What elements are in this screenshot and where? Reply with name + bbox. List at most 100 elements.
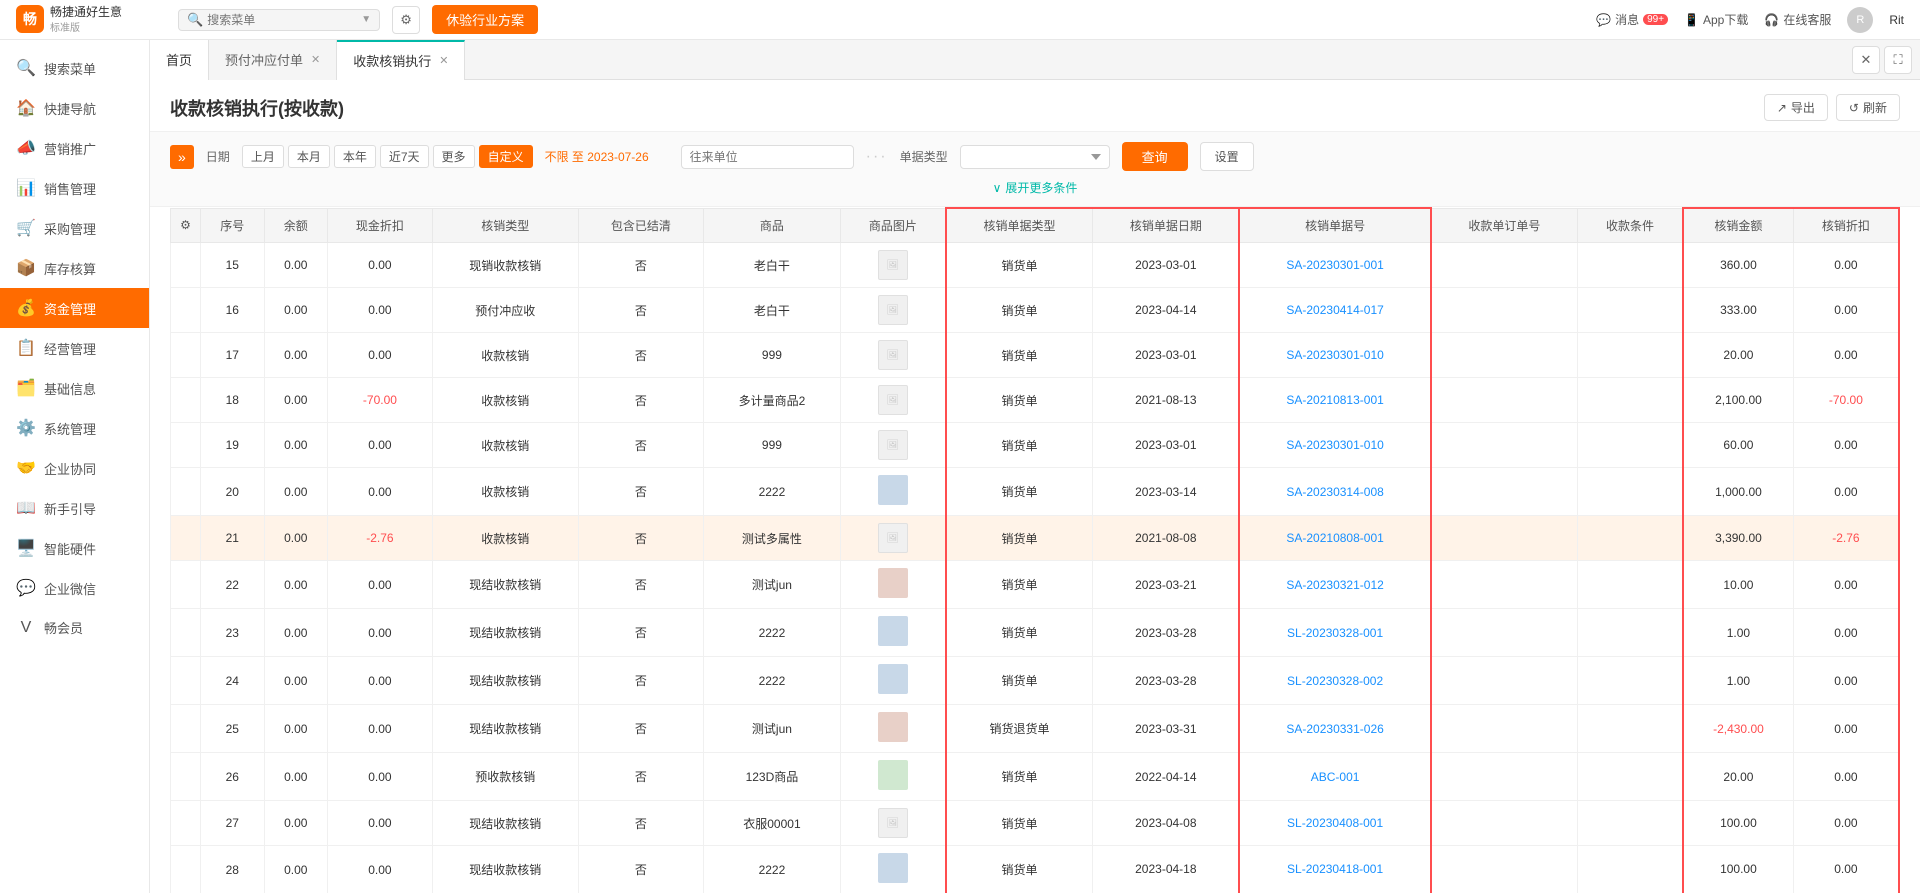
- cell-verify-doc-no: SA-20230321-012: [1239, 561, 1430, 609]
- user-avatar[interactable]: R: [1847, 7, 1873, 33]
- verify-doc-no-link[interactable]: SA-20230301-010: [1286, 348, 1383, 362]
- this-year-btn[interactable]: 本年: [334, 145, 376, 168]
- verify-doc-no-link[interactable]: SA-20210813-001: [1286, 393, 1383, 407]
- verify-doc-no-link[interactable]: SL-20230408-001: [1287, 816, 1383, 830]
- app-download-item[interactable]: 📱 App下载: [1684, 11, 1748, 28]
- table-row: 15 0.00 0.00 现销收款核销 否 老白干 🖼 销货单 2023-03-…: [171, 243, 1900, 288]
- cell-goods-img: 🖼: [840, 333, 946, 378]
- expand-arrow-btn[interactable]: »: [170, 145, 194, 169]
- verify-doc-no-link[interactable]: SA-20230301-010: [1286, 438, 1383, 452]
- partner-input[interactable]: [681, 145, 854, 169]
- verify-doc-no-link[interactable]: SA-20230321-012: [1286, 578, 1383, 592]
- cell-included-cleared: 否: [578, 705, 703, 753]
- sidebar-item-wechat[interactable]: 💬 企业微信: [0, 568, 149, 608]
- cell-goods: 2222: [704, 468, 841, 516]
- verify-doc-no-link[interactable]: SA-20230314-008: [1286, 485, 1383, 499]
- verify-doc-no-link[interactable]: SA-20230414-017: [1286, 303, 1383, 317]
- sidebar-item-marketing[interactable]: 📣 营销推广: [0, 128, 149, 168]
- tab-prepay[interactable]: 预付冲应付单 ✕: [209, 40, 337, 80]
- cell-verify-type: 现结收款核销: [432, 705, 578, 753]
- marketing-icon: 📣: [16, 138, 36, 158]
- cell-settings: [171, 846, 201, 893]
- last-month-btn[interactable]: 上月: [242, 145, 284, 168]
- cell-no: 17: [201, 333, 265, 378]
- tab-prepay-close[interactable]: ✕: [311, 53, 320, 66]
- cell-verify-type: 现结收款核销: [432, 561, 578, 609]
- cell-cash-discount: 0.00: [328, 468, 433, 516]
- sidebar-item-guide[interactable]: 📖 新手引导: [0, 488, 149, 528]
- cell-included-cleared: 否: [578, 561, 703, 609]
- export-btn[interactable]: ↗ 导出: [1764, 94, 1828, 121]
- tab-receivable-close[interactable]: ✕: [439, 54, 448, 67]
- verify-doc-no-link[interactable]: ABC-001: [1311, 770, 1360, 784]
- table-row: 18 0.00 -70.00 收款核销 否 多计量商品2 🖼 销货单 2021-…: [171, 378, 1900, 423]
- cell-verify-doc-type: 销货单: [946, 468, 1093, 516]
- more-date-btn[interactable]: 更多: [433, 145, 475, 168]
- sidebar-item-quicknav[interactable]: 🏠 快捷导航: [0, 88, 149, 128]
- sidebar-item-system[interactable]: ⚙️ 系统管理: [0, 408, 149, 448]
- verify-doc-no-link[interactable]: SA-20230331-026: [1286, 722, 1383, 736]
- message-item[interactable]: 💬 消息 99+: [1596, 11, 1668, 28]
- this-month-btn[interactable]: 本月: [288, 145, 330, 168]
- sidebar-item-hardware[interactable]: 🖥️ 智能硬件: [0, 528, 149, 568]
- voucher-type-select[interactable]: [960, 145, 1110, 169]
- tab-close-all-btn[interactable]: ✕: [1852, 46, 1880, 74]
- cell-verify-discount: 0.00: [1793, 468, 1899, 516]
- sidebar-item-search[interactable]: 🔍 搜索菜单: [0, 48, 149, 88]
- goods-img: [878, 853, 908, 883]
- business-icon: 📋: [16, 338, 36, 358]
- verify-doc-no-link[interactable]: SL-20230328-001: [1287, 626, 1383, 640]
- sidebar-item-sales[interactable]: 📊 销售管理: [0, 168, 149, 208]
- sidebar-item-inventory[interactable]: 📦 库存核算: [0, 248, 149, 288]
- sidebar-item-business[interactable]: 📋 经营管理: [0, 328, 149, 368]
- cell-receipt-order-no: [1431, 705, 1578, 753]
- gear-button[interactable]: ⚙: [392, 6, 420, 34]
- table-row: 17 0.00 0.00 收款核销 否 999 🖼 销货单 2023-03-01…: [171, 333, 1900, 378]
- verify-doc-no-link[interactable]: SL-20230418-001: [1287, 862, 1383, 876]
- industry-btn[interactable]: 休验行业方案: [432, 5, 538, 34]
- refresh-btn[interactable]: ↺ 刷新: [1836, 94, 1900, 121]
- sidebar-item-vip[interactable]: V 畅会员: [0, 608, 149, 647]
- col-header-goods: 商品: [704, 208, 841, 243]
- col-header-receipt-terms: 收款条件: [1578, 208, 1684, 243]
- sidebar-item-collab[interactable]: 🤝 企业协同: [0, 448, 149, 488]
- col-header-settings[interactable]: ⚙: [171, 208, 201, 243]
- logo-text-block: 畅捷通好生意 标准版: [50, 5, 122, 34]
- cell-verify-discount: 0.00: [1793, 333, 1899, 378]
- app-download-label: App下载: [1703, 11, 1748, 28]
- cell-balance: 0.00: [264, 333, 328, 378]
- cell-cash-discount: -2.76: [328, 516, 433, 561]
- verify-doc-no-link[interactable]: SL-20230328-002: [1287, 674, 1383, 688]
- tab-maximize-btn[interactable]: ⛶: [1884, 46, 1912, 74]
- sidebar-item-purchase[interactable]: 🛒 采购管理: [0, 208, 149, 248]
- table-container: ⚙ 序号 余额 现金折扣 核销类型 包含已结清 商品 商品图片 核销单据类型 核…: [150, 207, 1920, 893]
- table-row: 27 0.00 0.00 现结收款核销 否 衣服00001 🖼 销货单 2023…: [171, 801, 1900, 846]
- main-table: ⚙ 序号 余额 现金折扣 核销类型 包含已结清 商品 商品图片 核销单据类型 核…: [170, 207, 1900, 893]
- dots-separator: ···: [866, 148, 888, 166]
- last-7days-btn[interactable]: 近7天: [380, 145, 429, 168]
- expand-more-btn[interactable]: ∨ 展开更多条件: [993, 179, 1078, 196]
- search-icon: 🔍: [16, 58, 36, 78]
- search-input[interactable]: [207, 13, 357, 27]
- sidebar-item-basic[interactable]: 🗂️ 基础信息: [0, 368, 149, 408]
- col-header-included-cleared: 包含已结清: [578, 208, 703, 243]
- custom-date-btn[interactable]: 自定义: [479, 145, 533, 168]
- cell-verify-doc-type: 销货退货单: [946, 705, 1093, 753]
- verify-doc-no-link[interactable]: SA-20230301-001: [1286, 258, 1383, 272]
- cell-balance: 0.00: [264, 423, 328, 468]
- sidebar-label-hardware: 智能硬件: [44, 539, 96, 558]
- settings-filter-btn[interactable]: 设置: [1200, 142, 1254, 171]
- cell-goods-img: 🖼: [840, 378, 946, 423]
- inventory-icon: 📦: [16, 258, 36, 278]
- cell-verify-doc-date: 2021-08-13: [1093, 378, 1240, 423]
- tab-home[interactable]: 首页: [150, 40, 209, 80]
- query-btn[interactable]: 查询: [1122, 142, 1188, 171]
- tab-receivable[interactable]: 收款核销执行 ✕: [337, 40, 465, 80]
- verify-doc-no-link[interactable]: SA-20210808-001: [1286, 531, 1383, 545]
- search-area[interactable]: 🔍 ▼: [178, 9, 380, 31]
- goods-img: [878, 712, 908, 742]
- logo-main-text: 畅捷通好生意: [50, 5, 122, 19]
- sidebar-item-finance[interactable]: 💰 资金管理: [0, 288, 149, 328]
- online-service-item[interactable]: 🎧 在线客服: [1764, 11, 1831, 28]
- cell-verify-amount: 1.00: [1683, 657, 1793, 705]
